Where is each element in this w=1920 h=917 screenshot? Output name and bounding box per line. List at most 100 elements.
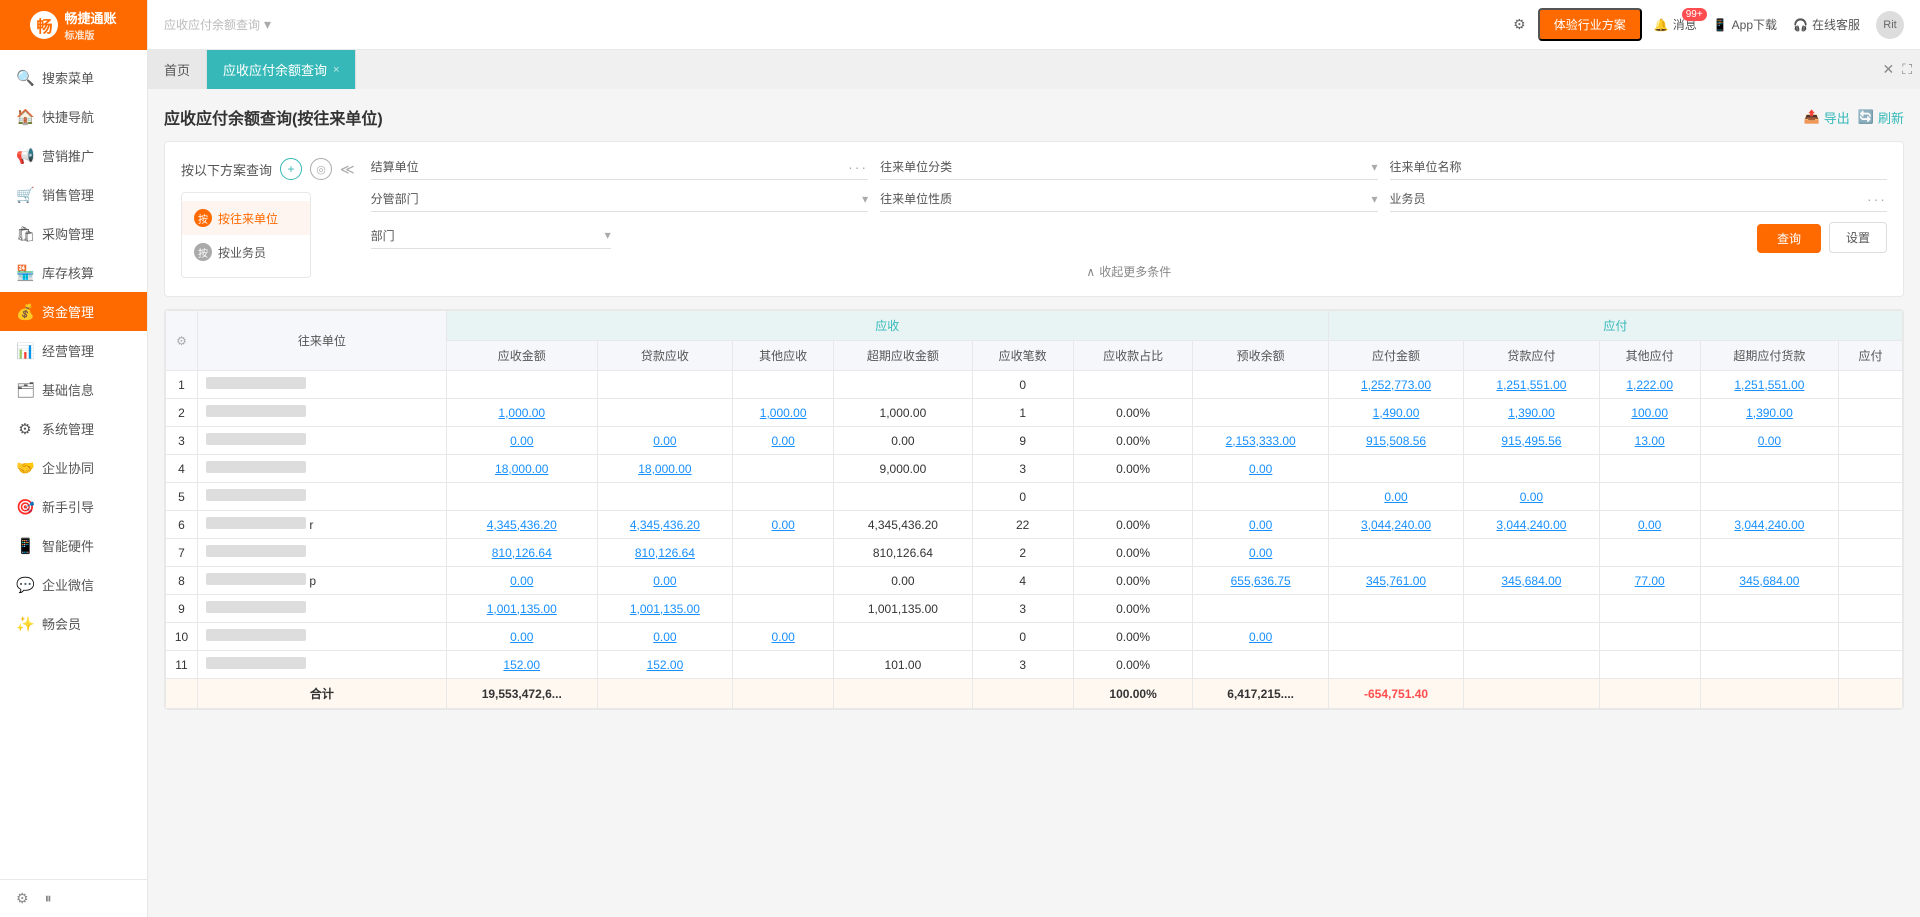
partner-nature-input[interactable] xyxy=(956,192,1367,206)
cooperation-icon: 🤝 xyxy=(16,459,34,477)
settings-button[interactable]: 设置 xyxy=(1829,222,1887,253)
settlement-unit-input[interactable] xyxy=(445,160,844,174)
partner-nature-dropdown-icon[interactable]: ▾ xyxy=(1372,192,1378,206)
sidebar-item-purchase[interactable]: 🛍 采购管理 xyxy=(0,214,147,253)
tab-home[interactable]: 首页 xyxy=(148,50,207,89)
table-row: 11152.00152.00101.0030.00% xyxy=(166,651,1903,679)
online-service-button[interactable]: 🎧 在线客服 xyxy=(1793,16,1860,33)
partner-name-cell xyxy=(198,427,447,455)
guide-icon: 🎯 xyxy=(16,498,34,516)
partner-name-cell xyxy=(198,399,447,427)
table-settings-col[interactable]: ⚙ xyxy=(166,311,198,371)
query-button[interactable]: 查询 xyxy=(1757,224,1821,253)
sidebar-item-finance[interactable]: 💰 资金管理 xyxy=(0,292,147,331)
page-title: 应收应付余额查询(按往来单位) xyxy=(164,105,383,129)
page-header-actions: 📤 导出 🔄 刷新 xyxy=(1804,108,1904,127)
user-menu[interactable]: Rit xyxy=(1876,11,1904,39)
sidebar: 畅 畅捷通账 标准版 🔍 搜索菜单 🏠 快捷导航 📢 营销推广 🛒 销售管理 🛍 xyxy=(0,0,148,917)
salesperson-label: 业务员 xyxy=(1390,190,1460,207)
sidebar-item-marketing[interactable]: 📢 营销推广 xyxy=(0,136,147,175)
sidebar-item-label: 搜索菜单 xyxy=(42,68,94,87)
logo-text: 畅捷通账 xyxy=(64,8,116,27)
sidebar-settings-btn[interactable]: ⚙ xyxy=(16,890,29,907)
sidebar-collapse-btn[interactable]: ⏸ xyxy=(45,890,52,907)
filter-scheme-settings-button[interactable]: ◎ xyxy=(310,158,332,180)
sidebar-item-operations[interactable]: 📊 经营管理 xyxy=(0,331,147,370)
filter-expand-button[interactable]: ≪ xyxy=(340,161,355,178)
sidebar-item-wechat[interactable]: 💬 企业微信 xyxy=(0,565,147,604)
basic-icon: 🗂 xyxy=(16,381,34,399)
filter-collapse-label: 收起更多条件 xyxy=(1099,263,1171,280)
tab-receivable-payable[interactable]: 应收应付余额查询 × xyxy=(207,50,356,89)
filter-row-1: 结算单位 ··· 往来单位分类 ▾ 往来单位名称 xyxy=(371,158,1887,180)
filter-header: 按以下方案查询 + ◎ ≪ xyxy=(181,158,355,180)
filter-collapse-button[interactable]: ∧ 收起更多条件 xyxy=(371,263,1887,280)
table-row: 7810,126.64810,126.64810,126.6420.00%0.0… xyxy=(166,539,1903,567)
breadcrumb-arrow-down[interactable]: ▾ xyxy=(264,16,271,33)
export-button[interactable]: 📤 导出 xyxy=(1804,108,1850,127)
partner-name-input[interactable] xyxy=(1466,160,1887,174)
sidebar-item-label: 智能硬件 xyxy=(42,536,94,555)
promo-button[interactable]: 体验行业方案 xyxy=(1538,8,1642,41)
settlement-unit-more-icon[interactable]: ··· xyxy=(848,159,868,175)
salesperson-input[interactable] xyxy=(1464,192,1863,206)
table-total-row: 合计 19,553,472,6... 100.00% 6,417,215....… xyxy=(166,679,1903,709)
sidebar-item-inventory[interactable]: 🏪 库存核算 xyxy=(0,253,147,292)
scheme-salesperson-label: 按业务员 xyxy=(218,244,266,261)
scheme-item-partner[interactable]: 按 按往来单位 xyxy=(182,201,310,235)
col-pay-amount: 应付金额 xyxy=(1328,341,1463,371)
partner-category-input[interactable] xyxy=(956,160,1367,174)
partner-category-dropdown-icon[interactable]: ▾ xyxy=(1372,160,1378,174)
table-wrapper: ⚙ 往来单位 应收 应付 应收金额 贷款应收 其他应收 超期应收金额 应收笔数 xyxy=(165,310,1903,709)
branch-dept-input[interactable] xyxy=(445,192,858,206)
refresh-button[interactable]: 🔄 刷新 xyxy=(1858,108,1904,127)
sidebar-item-label: 库存核算 xyxy=(42,263,94,282)
page-header: 应收应付余额查询(按往来单位) 📤 导出 🔄 刷新 xyxy=(164,105,1904,129)
sidebar-item-search[interactable]: 🔍 搜索菜单 xyxy=(0,58,147,97)
filter-row-2: 分管部门 ▾ 往来单位性质 ▾ 业务员 xyxy=(371,190,1887,212)
dept-dropdown-icon[interactable]: ▾ xyxy=(605,228,611,242)
table-area: ⚙ 往来单位 应收 应付 应收金额 贷款应收 其他应收 超期应收金额 应收笔数 xyxy=(164,309,1904,710)
tabbar: 首页 应收应付余额查询 × ✕ ⛶ xyxy=(148,50,1920,89)
salesperson-more-icon[interactable]: ··· xyxy=(1867,191,1887,207)
sidebar-item-member[interactable]: ✨ 畅会员 xyxy=(0,604,147,643)
filter-field-partner-category: 往来单位分类 ▾ xyxy=(880,158,1377,180)
scheme-item-salesperson[interactable]: 按 按业务员 xyxy=(182,235,310,269)
tab-expand-icon[interactable]: ⛶ xyxy=(1902,61,1912,78)
col-rec-ratio: 应收款占比 xyxy=(1073,341,1193,371)
filter-field-partner-name: 往来单位名称 xyxy=(1390,158,1887,180)
topbar-actions: 🔔 消息 99+ 📱 App下载 🎧 在线客服 Rit xyxy=(1654,11,1904,39)
settlement-unit-label: 结算单位 xyxy=(371,158,441,175)
sidebar-logo: 畅 畅捷通账 标准版 xyxy=(0,0,147,50)
partner-name-cell xyxy=(198,651,447,679)
total-label-num xyxy=(166,679,198,709)
topbar-breadcrumb: 应收应付余额查询 ▾ xyxy=(164,16,1501,33)
marketing-icon: 📢 xyxy=(16,147,34,165)
topbar-gear-icon[interactable]: ⚙ xyxy=(1513,16,1526,33)
scheme-salesperson-icon: 按 xyxy=(194,243,212,261)
sidebar-item-hardware[interactable]: 📱 智能硬件 xyxy=(0,526,147,565)
app-download-button[interactable]: 📱 App下载 xyxy=(1713,16,1777,33)
table-row: 21,000.001,000.001,000.0010.00%1,490.001… xyxy=(166,399,1903,427)
branch-dept-dropdown-icon[interactable]: ▾ xyxy=(862,192,868,206)
sidebar-item-quicknav[interactable]: 🏠 快捷导航 xyxy=(0,97,147,136)
sidebar-item-system[interactable]: ⚙ 系统管理 xyxy=(0,409,147,448)
branch-dept-label: 分管部门 xyxy=(371,190,441,207)
tab-label: 应收应付余额查询 xyxy=(223,60,327,79)
sidebar-item-label: 经营管理 xyxy=(42,341,94,360)
sidebar-item-sales[interactable]: 🛒 销售管理 xyxy=(0,175,147,214)
dept-input[interactable] xyxy=(445,228,601,242)
notification-icon: 🔔 xyxy=(1654,18,1669,32)
tab-close-button[interactable]: × xyxy=(333,64,339,76)
inventory-icon: 🏪 xyxy=(16,264,34,282)
tab-close-window-icon[interactable]: ✕ xyxy=(1882,61,1894,78)
scheme-partner-icon: 按 xyxy=(194,209,212,227)
page-content: 应收应付余额查询(按往来单位) 📤 导出 🔄 刷新 xyxy=(148,89,1920,917)
col-receivable-group-header: 应收 xyxy=(446,311,1328,341)
sidebar-item-guide[interactable]: 🎯 新手引导 xyxy=(0,487,147,526)
sidebar-item-cooperation[interactable]: 🤝 企业协同 xyxy=(0,448,147,487)
notification-button[interactable]: 🔔 消息 99+ xyxy=(1654,16,1697,33)
sidebar-item-basic[interactable]: 🗂 基础信息 xyxy=(0,370,147,409)
filter-add-button[interactable]: + xyxy=(280,158,302,180)
topbar: 应收应付余额查询 ▾ ⚙ 体验行业方案 🔔 消息 99+ 📱 App下载 🎧 在… xyxy=(148,0,1920,50)
